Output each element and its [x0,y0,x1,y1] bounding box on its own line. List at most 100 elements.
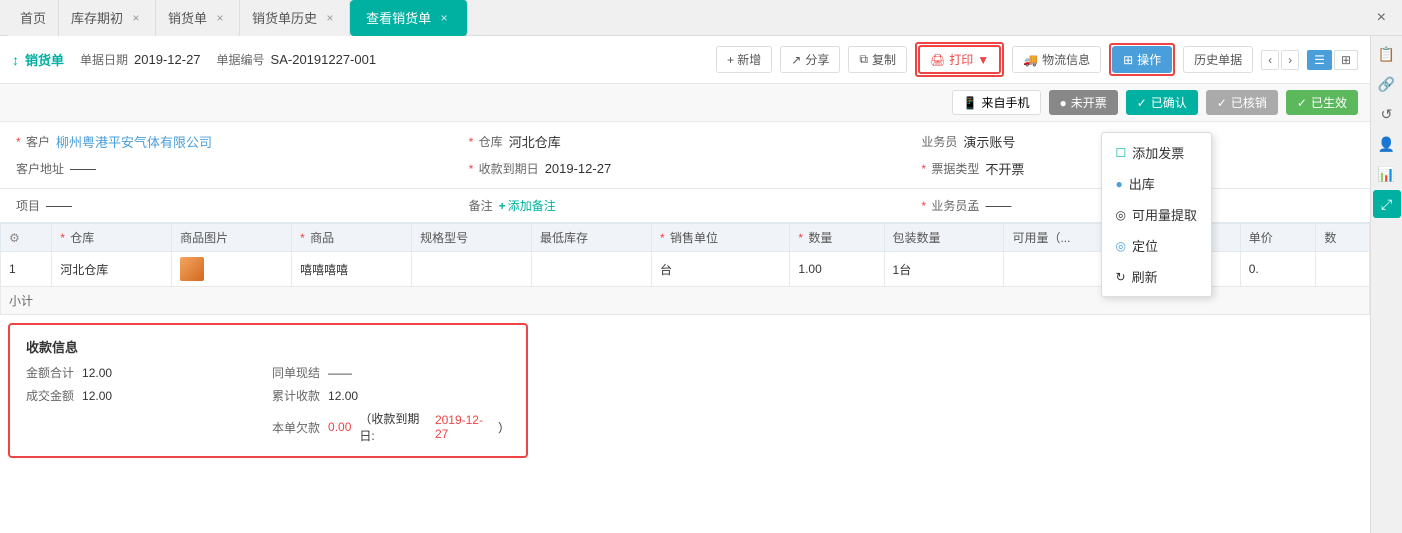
project-row: 项目 —— [16,197,449,214]
logistics-button[interactable]: 🚚 物流信息 [1012,46,1101,73]
unopened-button[interactable]: ● 未开票 [1049,90,1118,115]
effective-icon: ✓ [1297,96,1307,110]
date-label: 单据日期 [80,51,128,68]
col-qty: * 数量 [790,224,884,252]
add-note-icon: + [499,199,506,213]
main-content: ↕ 销货单 单据日期 2019-12-27 单据编号 SA-20191227-0… [0,36,1402,533]
payment-date-value: 2019-12-27 [545,161,612,176]
doc-number-meta: 单据编号 SA-20191227-001 [217,51,377,68]
sidebar-icon-refresh[interactable]: ↺ [1373,100,1401,128]
project-label: 项目 [16,197,40,214]
share-button[interactable]: ↗ 分享 [780,46,840,73]
operate-highlight-box: ⊞ 操作 [1109,43,1175,76]
locate-item[interactable]: ◎ 定位 [1102,230,1212,261]
staff-label: 业务员 [921,133,957,150]
doc-type-icon: ↕ [12,52,19,68]
same-order-settle-row: 同单现结 —— [272,364,510,381]
new-button[interactable]: + 新增 [716,46,772,73]
sidebar-icon-link[interactable]: 🔗 [1373,70,1401,98]
print-button[interactable]: 🖨 打印 ▼ [918,45,1001,74]
customer-value[interactable]: 柳州粤港平安气体有限公司 [56,132,212,151]
arrears-value: 0.00 [328,420,351,434]
same-order-settle-label: 同单现结 [272,364,320,381]
tab-view-sales[interactable]: 查看销货单 × [350,0,468,36]
tab-sales-history[interactable]: 销货单历史 × [240,0,350,36]
staff2-value: —— [985,198,1011,213]
deal-amount-row: 成交金额 12.00 [26,387,264,404]
sidebar-icon-expand[interactable]: ⤢ [1373,190,1401,218]
effective-button[interactable]: ✓ 已生效 [1286,90,1358,115]
col-warehouse: * 仓库 [52,224,172,252]
tab-sales[interactable]: 销货单 × [156,0,240,36]
confirm-button[interactable]: ✓ 已确认 [1126,90,1198,115]
sidebar-icon-clipboard[interactable]: 📋 [1373,40,1401,68]
number-label: 单据编号 [217,51,265,68]
arrears-end: ） [498,419,510,436]
next-button[interactable]: › [1281,50,1299,70]
operate-icon: ⊞ [1123,53,1133,67]
history-button[interactable]: 历史单据 [1183,46,1253,73]
unopened-icon: ● [1060,96,1067,110]
tab-sales-close[interactable]: × [213,11,227,25]
refresh-item[interactable]: ↻ 刷新 [1102,261,1212,292]
add-note-button[interactable]: + 添加备注 [499,197,556,214]
project-value: —— [46,198,72,213]
number-value: SA-20191227-001 [271,52,377,67]
copy-button[interactable]: ⧉ 复制 [848,46,907,73]
cancelled-button[interactable]: ✓ 已核销 [1206,90,1278,115]
grid-view-button[interactable]: ⊞ [1334,50,1358,70]
outbound-icon: ● [1116,177,1123,191]
total-amount-value: 12.00 [82,366,112,380]
doc-type-label: 销货单 [25,50,64,69]
customer-row: * 客户 柳州粤港平安气体有限公司 [16,132,449,151]
arrears-row: 本单欠款 0.00 （收款到期日: 2019-12-27 ） [272,410,510,444]
window-close-button[interactable]: × [1369,9,1394,27]
staff-value: 演示账号 [963,132,1015,151]
col-min-stock: 最低库存 [532,224,652,252]
outbound-item[interactable]: ● 出库 [1102,168,1212,199]
row-unit: 台 [651,252,789,287]
col-spec: 规格型号 [412,224,532,252]
date-value: 2019-12-27 [134,52,201,67]
tab-home[interactable]: 首页 [8,0,59,36]
operate-button[interactable]: ⊞ 操作 [1112,46,1172,73]
tab-sales-history-close[interactable]: × [323,11,337,25]
tab-inventory[interactable]: 库存期初 × [59,0,156,36]
payment-info-panel: 收款信息 金额合计 12.00 成交金额 12.00 同单现结 —— [8,323,528,458]
tab-inventory-close[interactable]: × [129,11,143,25]
total-amount-label: 金额合计 [26,364,74,381]
nav-arrows: ‹ › [1261,50,1299,70]
col-settings[interactable]: ⚙ [1,224,52,252]
row-image [172,252,292,287]
list-view-button[interactable]: ☰ [1307,50,1332,70]
available-qty-item[interactable]: ◎ 可用量提取 [1102,199,1212,230]
print-icon: 🖨 [930,53,945,67]
sidebar-icon-chart[interactable]: 📊 [1373,160,1401,188]
prev-button[interactable]: ‹ [1261,50,1279,70]
customer-label: * 客户 [16,133,50,150]
settings-icon: ⚙ [9,231,20,245]
address-value: —— [70,161,96,176]
status-bar: 📱 来自手机 ● 未开票 ✓ 已确认 ✓ 已核销 ✓ 已生效 [0,84,1370,122]
doc-title: ↕ 销货单 [12,50,64,69]
cumulative-payment-value: 12.00 [328,389,358,403]
add-invoice-item[interactable]: ☐ 添加发票 [1102,137,1212,168]
share-icon: ↗ [791,53,801,67]
doc-date-meta: 单据日期 2019-12-27 [80,51,201,68]
payment-info-grid: 金额合计 12.00 成交金额 12.00 同单现结 —— 累计收款 [26,364,510,444]
address-row: 客户地址 —— [16,159,449,178]
warehouse-value: 河北仓库 [509,132,561,151]
tab-view-sales-close[interactable]: × [437,11,451,25]
logistics-icon: 🚚 [1023,53,1038,67]
copy-icon: ⧉ [859,52,868,67]
doc-header: ↕ 销货单 单据日期 2019-12-27 单据编号 SA-20191227-0… [0,36,1370,84]
from-phone-button[interactable]: 📱 来自手机 [952,90,1041,115]
sidebar-icon-person[interactable]: 👤 [1373,130,1401,158]
total-amount-row: 金额合计 12.00 [26,364,264,381]
col-price: 单价 [1240,224,1316,252]
phone-icon: 📱 [963,96,978,110]
product-thumbnail [180,257,204,281]
deal-amount-label: 成交金额 [26,387,74,404]
address-label: 客户地址 [16,160,64,177]
same-order-settle-value: —— [328,366,352,380]
